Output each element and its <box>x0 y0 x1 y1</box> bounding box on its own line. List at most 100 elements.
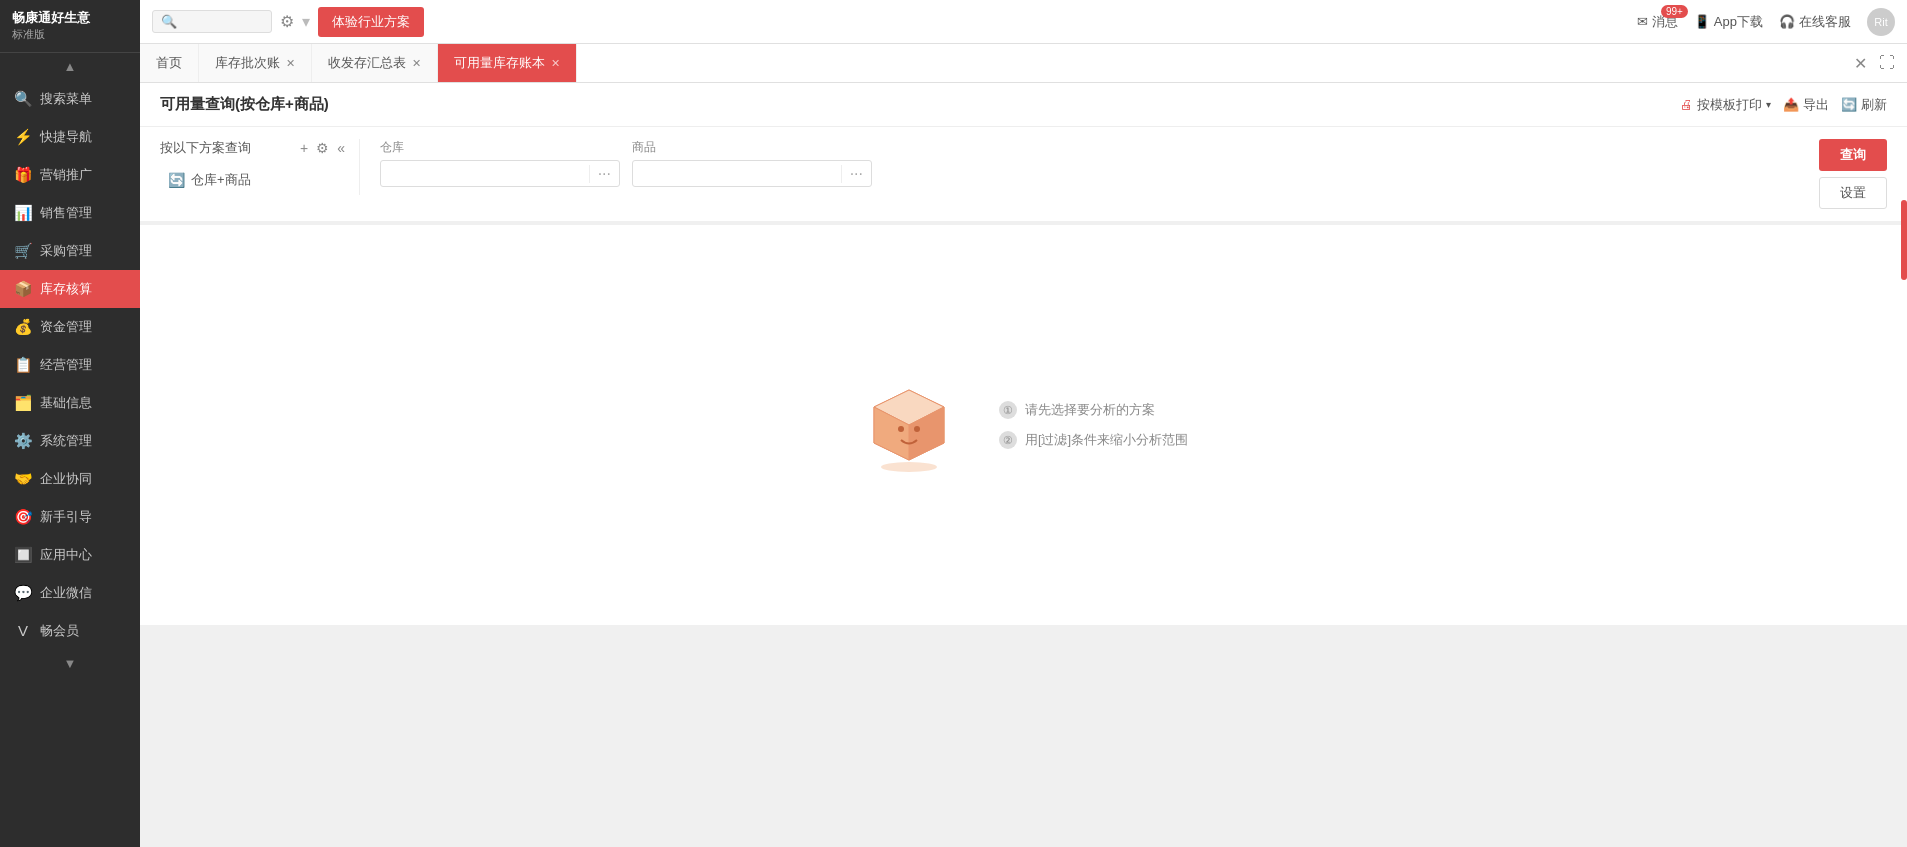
tip-num-2: ② <box>999 431 1017 449</box>
empty-state: ① 请先选择要分析的方案 ② 用[过滤]条件来缩小分析范围 <box>140 225 1907 625</box>
user-avatar[interactable]: Rit <box>1867 8 1895 36</box>
sidebar-scroll-up[interactable]: ▲ <box>0 53 140 80</box>
export-button[interactable]: 📤 导出 <box>1783 96 1829 114</box>
sidebar-label-corp-wechat: 企业微信 <box>40 584 92 602</box>
sidebar-header: 畅康通好生意 标准版 <box>0 0 140 53</box>
refresh-icon: 🔄 <box>1841 97 1857 112</box>
template-print-button[interactable]: 🖨 按模板打印 ▾ <box>1680 96 1771 114</box>
expand-tabs-button[interactable]: ⛶ <box>1875 52 1899 74</box>
filter-right-actions: 查询 设置 <box>1807 139 1887 209</box>
tab-close-recv-summary[interactable]: ✕ <box>412 57 421 70</box>
empty-tip-1: ① 请先选择要分析的方案 <box>999 401 1188 419</box>
sidebar-label-basic-info: 基础信息 <box>40 394 92 412</box>
corp-wechat-icon: 💬 <box>14 584 32 602</box>
filter-scheme-header: 按以下方案查询 + ⚙ « <box>160 139 347 157</box>
search-icon: 🔍 <box>161 14 177 29</box>
sidebar-label-corp-coop: 企业协同 <box>40 470 92 488</box>
sidebar-item-marketing-promo[interactable]: 🎁营销推广 <box>0 156 140 194</box>
goods-label: 商品 <box>632 139 872 156</box>
sidebar-item-new-guide[interactable]: 🎯 新手引导 <box>0 498 140 536</box>
sidebar-label-marketing-promo: 营销推广 <box>40 166 92 184</box>
sidebar-item-search[interactable]: 🔍搜索菜单 <box>0 80 140 118</box>
sidebar-item-fund-mgmt[interactable]: 💰资金管理 <box>0 308 140 346</box>
sidebar-scroll-down[interactable]: ▼ <box>0 650 140 677</box>
topbar-search-box[interactable]: 🔍 <box>152 10 272 33</box>
app-download-btn[interactable]: 📱 App下载 <box>1694 13 1763 31</box>
online-service-btn[interactable]: 🎧 在线客服 <box>1779 13 1851 31</box>
scheme-icon-warehouse-goods: 🔄 <box>168 172 185 188</box>
new-guide-icon: 🎯 <box>14 508 32 526</box>
filter-inputs: 仓库 ··· 商品 ··· <box>360 139 1807 187</box>
refresh-button[interactable]: 🔄 刷新 <box>1841 96 1887 114</box>
page-header-actions: 🖨 按模板打印 ▾ 📤 导出 🔄 刷新 <box>1680 96 1887 114</box>
sidebar-label-search: 搜索菜单 <box>40 90 92 108</box>
refresh-label: 刷新 <box>1861 96 1887 114</box>
sidebar-item-app-center[interactable]: 🔲 应用中心 <box>0 536 140 574</box>
close-all-tabs-button[interactable]: ✕ <box>1850 52 1871 75</box>
message-btn[interactable]: ✉ 消息 99+ <box>1637 13 1678 31</box>
tab-recv-summary[interactable]: 收发存汇总表✕ <box>312 44 438 82</box>
tab-home[interactable]: 首页 <box>140 44 199 82</box>
goods-input[interactable] <box>633 161 841 186</box>
warehouse-more-icon[interactable]: ··· <box>589 165 619 183</box>
sidebar-item-sys-mgmt[interactable]: ⚙️ 系统管理 <box>0 422 140 460</box>
goods-more-icon[interactable]: ··· <box>841 165 871 183</box>
filter-scheme-panel: 按以下方案查询 + ⚙ « 🔄 仓库+商品 <box>160 139 360 195</box>
add-scheme-button[interactable]: + <box>298 140 310 156</box>
scheme-label-warehouse-goods: 仓库+商品 <box>191 171 251 189</box>
sidebar-label-biz-mgmt: 经营管理 <box>40 356 92 374</box>
page-content: 可用量查询(按仓库+商品) 🖨 按模板打印 ▾ 📤 导出 🔄 刷新 <box>140 83 1907 847</box>
sidebar-label-new-guide: 新手引导 <box>40 508 92 526</box>
sidebar-scroll: ▲ 🔍搜索菜单⚡快捷导航🎁营销推广📊销售管理🛒采购管理📦库存核算💰资金管理📋经营… <box>0 53 140 847</box>
settings-button[interactable]: 设置 <box>1819 177 1887 209</box>
scheme-settings-button[interactable]: ⚙ <box>314 140 331 156</box>
sys-mgmt-icon: ⚙️ <box>14 432 32 450</box>
industry-solution-button[interactable]: 体验行业方案 <box>318 7 424 37</box>
scrollbar-indicator[interactable] <box>1901 200 1907 280</box>
sidebar-logo-title: 畅康通好生意 <box>12 10 128 27</box>
topbar-gear-icon[interactable]: ⚙ <box>280 12 294 31</box>
basic-info-icon: 🗂️ <box>14 394 32 412</box>
scheme-collapse-button[interactable]: « <box>335 140 347 156</box>
sidebar-item-sales-mgmt[interactable]: 📊销售管理 <box>0 194 140 232</box>
sidebar-item-corp-coop[interactable]: 🤝 企业协同 <box>0 460 140 498</box>
sidebar-label-sys-mgmt: 系统管理 <box>40 432 92 450</box>
app-download-label: App下载 <box>1714 13 1763 31</box>
sidebar-item-shortcut[interactable]: ⚡快捷导航 <box>0 118 140 156</box>
topbar-dropdown-icon[interactable]: ▾ <box>302 12 310 31</box>
tip-text-2: 用[过滤]条件来缩小分析范围 <box>1025 431 1188 449</box>
user-name: Rit <box>1874 16 1887 28</box>
warehouse-input-wrapper: ··· <box>380 160 620 187</box>
empty-tip-2: ② 用[过滤]条件来缩小分析范围 <box>999 431 1188 449</box>
sidebar-item-vip-member[interactable]: V畅会员 <box>0 612 140 650</box>
tab-inventory-batch[interactable]: 库存批次账✕ <box>199 44 312 82</box>
filter-scheme-label: 按以下方案查询 <box>160 139 251 157</box>
tab-close-inventory-batch[interactable]: ✕ <box>286 57 295 70</box>
tab-available-inventory[interactable]: 可用量库存账本✕ <box>438 44 577 82</box>
sidebar-item-inventory-mgmt[interactable]: 📦库存核算 <box>0 270 140 308</box>
tab-label-home: 首页 <box>156 54 182 72</box>
export-label: 导出 <box>1803 96 1829 114</box>
tip-text-1: 请先选择要分析的方案 <box>1025 401 1155 419</box>
purchase-mgmt-icon: 🛒 <box>14 242 32 260</box>
warehouse-label: 仓库 <box>380 139 620 156</box>
app-center-icon: 🔲 <box>14 546 32 564</box>
search-input[interactable] <box>181 15 261 29</box>
tab-close-available-inventory[interactable]: ✕ <box>551 57 560 70</box>
sidebar-label-app-center: 应用中心 <box>40 546 92 564</box>
goods-input-wrapper: ··· <box>632 160 872 187</box>
query-button[interactable]: 查询 <box>1819 139 1887 171</box>
warehouse-input[interactable] <box>381 161 589 186</box>
export-icon: 📤 <box>1783 97 1799 112</box>
scheme-item-warehouse-goods[interactable]: 🔄 仓库+商品 <box>160 165 347 195</box>
sidebar-item-biz-mgmt[interactable]: 📋经营管理 <box>0 346 140 384</box>
sidebar-item-corp-wechat[interactable]: 💬 企业微信 <box>0 574 140 612</box>
sidebar-item-basic-info[interactable]: 🗂️ 基础信息 <box>0 384 140 422</box>
filter-area: 按以下方案查询 + ⚙ « 🔄 仓库+商品 仓库 ··· <box>140 127 1907 221</box>
fund-mgmt-icon: 💰 <box>14 318 32 336</box>
corp-coop-icon: 🤝 <box>14 470 32 488</box>
message-icon: ✉ <box>1637 14 1648 29</box>
sidebar-item-purchase-mgmt[interactable]: 🛒采购管理 <box>0 232 140 270</box>
sidebar-label-shortcut: 快捷导航 <box>40 128 92 146</box>
sidebar: 畅康通好生意 标准版 ▲ 🔍搜索菜单⚡快捷导航🎁营销推广📊销售管理🛒采购管理📦库… <box>0 0 140 847</box>
